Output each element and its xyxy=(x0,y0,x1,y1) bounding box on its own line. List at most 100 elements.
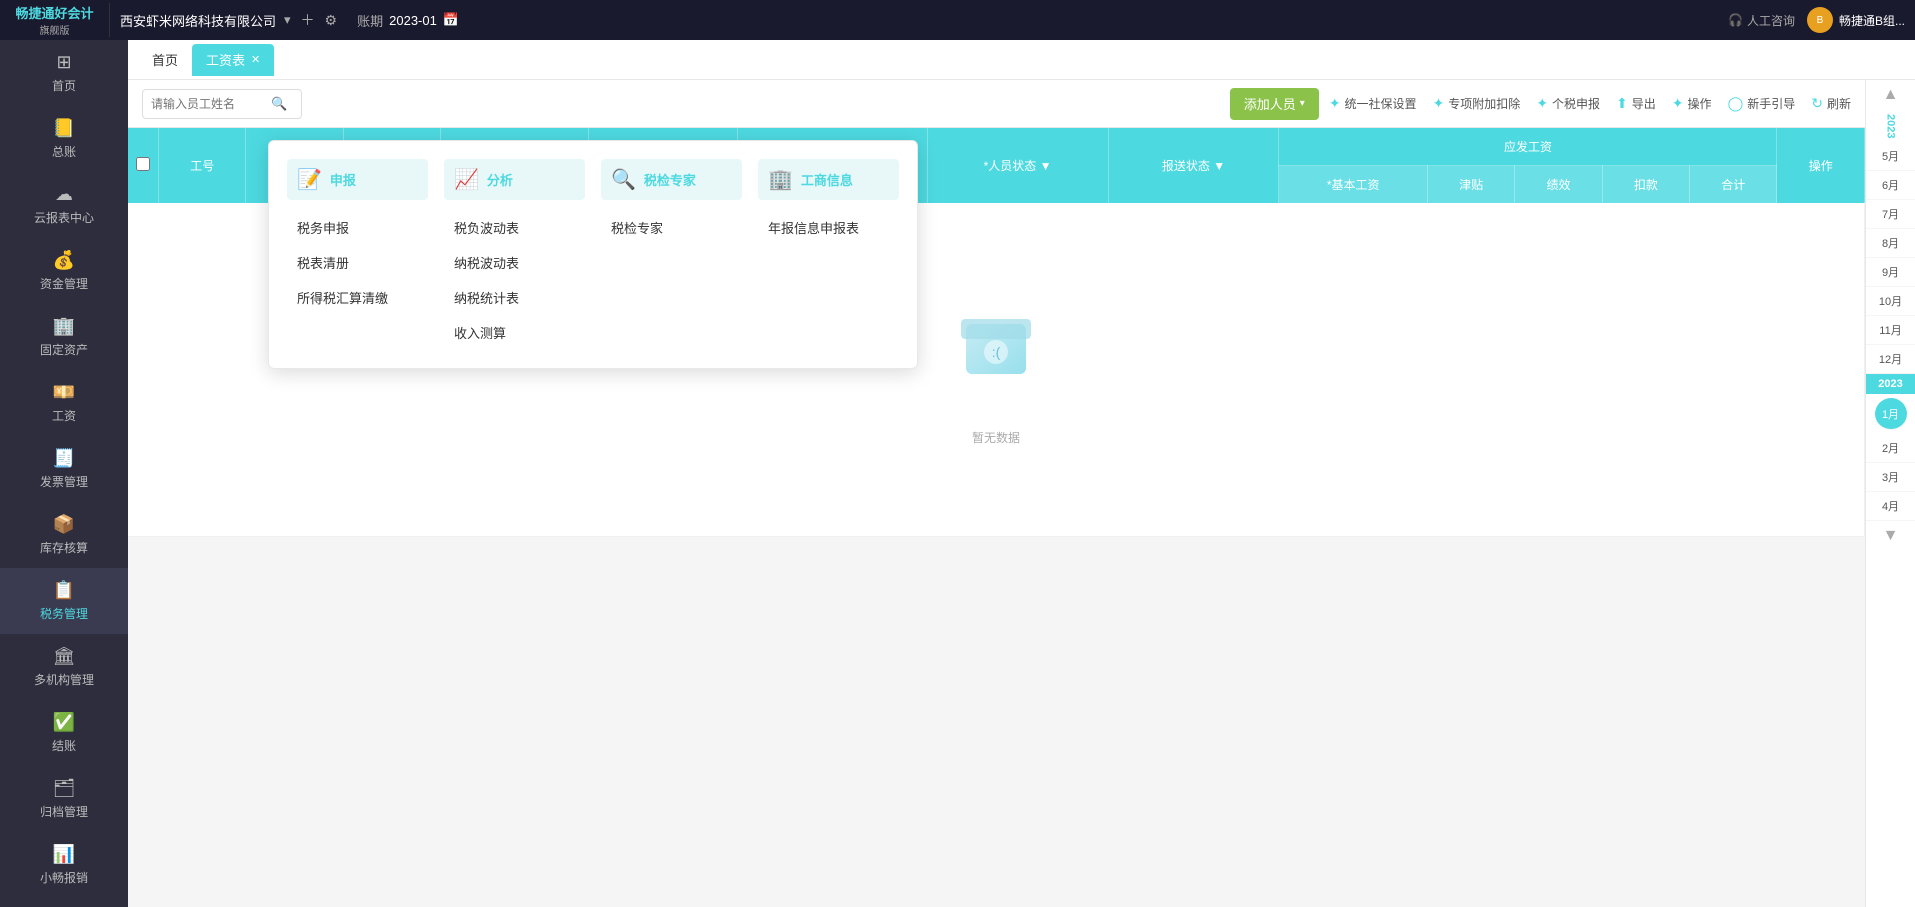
sidebar-item-invoice[interactable]: 🧾 发票管理 xyxy=(0,436,128,502)
dropdown-col-header-tax-expert: 🔍税检专家 xyxy=(601,159,742,200)
sidebar-item-assets[interactable]: 🏢固定资产 xyxy=(0,304,128,370)
sidebar-item-cloud[interactable]: ☁云报表中心 xyxy=(0,172,128,238)
sidebar-label-salary: 工资 xyxy=(52,407,76,424)
analysis-menu-icon: 📈 xyxy=(454,167,479,192)
search-input[interactable] xyxy=(151,97,271,111)
dropdown-item-annual-report[interactable]: 年报信息申报表 xyxy=(758,210,899,245)
month-item-5月[interactable]: 5月 xyxy=(1866,142,1915,171)
calendar-icon[interactable]: 📅 xyxy=(443,12,459,28)
toolbar-action-label-tax-return: 个税申报 xyxy=(1552,95,1600,112)
dropdown-col-analysis: 📈分析税负波动表纳税波动表纳税统计表收入测算 xyxy=(436,151,593,358)
month-item-6月[interactable]: 6月 xyxy=(1866,171,1915,200)
dropdown-item-tax-check[interactable]: 税检专家 xyxy=(601,210,742,245)
tab-bar: 首页工资表 ✕ xyxy=(128,40,1915,80)
add-icon[interactable]: ＋ xyxy=(301,10,315,30)
sidebar-item-sales[interactable]: 📊 小畅报销 xyxy=(0,832,128,898)
tab-salary-table[interactable]: 工资表 ✕ xyxy=(192,44,274,76)
sidebar-item-tax[interactable]: 📋税务管理 xyxy=(0,568,128,634)
toolbar-action-tax-return[interactable]: ✦个税申报 xyxy=(1536,95,1600,112)
th-report-status[interactable]: 报送状态 ▼ xyxy=(1108,128,1279,203)
sales-icon: 📊 xyxy=(53,844,75,865)
tab-close-salary-table[interactable]: ✕ xyxy=(251,53,260,66)
support-button[interactable]: 🎧 人工咨询 xyxy=(1728,12,1795,29)
toolbar-action-guide[interactable]: ◯新手引导 xyxy=(1728,95,1796,112)
tax-icon: 📋 xyxy=(53,580,75,601)
user-info[interactable]: B 畅捷通B组... xyxy=(1807,7,1905,33)
tab-home[interactable]: 首页 xyxy=(138,44,192,76)
th-base-salary: *基本工资 xyxy=(1279,166,1427,204)
tax-return-icon: ✦ xyxy=(1536,95,1548,112)
dropdown-item-tax-payment[interactable]: 纳税波动表 xyxy=(444,245,585,280)
right-panel-up[interactable]: ▲ xyxy=(1877,80,1905,110)
toolbar-action-export[interactable]: ⬆导出 xyxy=(1616,95,1656,112)
sidebar-item-settle[interactable]: ✅结账 xyxy=(0,700,128,766)
month-item-12月[interactable]: 12月 xyxy=(1866,345,1915,374)
sidebar-item-home[interactable]: ⊞首页 xyxy=(0,40,128,106)
dropdown-item-tax-burden[interactable]: 税负波动表 xyxy=(444,210,585,245)
right-panel-down[interactable]: ▼ xyxy=(1877,521,1905,551)
refresh-icon: ↻ xyxy=(1811,95,1823,112)
month-item-8月[interactable]: 8月 xyxy=(1866,229,1915,258)
empty-text: 暂无数据 xyxy=(972,429,1020,446)
logo: 畅捷通好会计 旗舰版 xyxy=(10,3,110,37)
sidebar-item-multi[interactable]: 🏛多机构管理 xyxy=(0,634,128,700)
month-item-9月[interactable]: 9月 xyxy=(1866,258,1915,287)
month-item-1月[interactable]: 1月 xyxy=(1875,398,1907,430)
dropdown-item-income-tax-calc[interactable]: 所得税汇算清缴 xyxy=(287,280,428,315)
th-total: 合计 xyxy=(1690,166,1777,204)
sidebar-item-ledger[interactable]: 📒总账 xyxy=(0,106,128,172)
add-person-dropdown-icon[interactable]: ▾ xyxy=(1300,98,1305,109)
sidebar-label-invoice: 发票管理 xyxy=(40,473,88,490)
dropdown-item-tax-table[interactable]: 税表清册 xyxy=(287,245,428,280)
dropdown-item-tax-declare[interactable]: 税务申报 xyxy=(287,210,428,245)
th-salary-group: 应发工资 xyxy=(1279,128,1777,166)
toolbar-action-deduction[interactable]: ✦专项附加扣除 xyxy=(1433,95,1521,112)
support-label: 人工咨询 xyxy=(1747,12,1795,29)
dropdown-col-title-business-info: 工商信息 xyxy=(801,170,853,189)
search-box[interactable]: 🔍 xyxy=(142,89,302,119)
month-item-2月[interactable]: 2月 xyxy=(1866,434,1915,463)
sidebar-item-fund[interactable]: 💰资金管理 xyxy=(0,238,128,304)
cloud-icon: ☁ xyxy=(55,184,73,205)
sidebar-item-settings[interactable]: ⚙基础设置 xyxy=(0,898,128,907)
headset-icon: 🎧 xyxy=(1728,13,1743,27)
settle-icon: ✅ xyxy=(53,712,75,733)
period-label: 账期 xyxy=(357,11,383,30)
sidebar: ⊞首页📒总账☁云报表中心💰资金管理🏢固定资产 💴 工资 🧾 发票管理 📦库存核算📋税务管理… xyxy=(0,40,128,907)
year-active-badge: 2023 xyxy=(1866,374,1915,394)
main-layout: ⊞首页📒总账☁云报表中心💰资金管理🏢固定资产 💴 工资 🧾 发票管理 📦库存核算📋税务管理… xyxy=(0,40,1915,907)
company-selector[interactable]: 西安虾米网络科技有限公司 ▾ xyxy=(120,11,291,30)
toolbar-action-operation[interactable]: ✦操作 xyxy=(1672,95,1712,112)
th-status[interactable]: *人员状态 ▼ xyxy=(927,128,1108,203)
tab-label-salary-table: 工资表 xyxy=(206,50,245,69)
add-person-label: 添加人员 xyxy=(1244,94,1296,113)
select-all-checkbox[interactable] xyxy=(136,157,150,171)
month-item-11月[interactable]: 11月 xyxy=(1866,316,1915,345)
company-dropdown-icon[interactable]: ▾ xyxy=(284,12,291,28)
sidebar-item-archive[interactable]: 🗂归档管理 xyxy=(0,766,128,832)
sidebar-item-salary[interactable]: 💴 工资 xyxy=(0,370,128,436)
dropdown-item-income-calc[interactable]: 收入测算 xyxy=(444,315,585,350)
search-icon[interactable]: 🔍 xyxy=(271,96,287,112)
month-item-7月[interactable]: 7月 xyxy=(1866,200,1915,229)
th-no: 工号 xyxy=(159,128,246,203)
month-item-4月[interactable]: 4月 xyxy=(1866,492,1915,521)
salary-icon: 💴 xyxy=(53,382,75,403)
sidebar-item-inventory[interactable]: 📦库存核算 xyxy=(0,502,128,568)
multi-icon: 🏛 xyxy=(53,646,76,667)
deduction-icon: ✦ xyxy=(1433,95,1445,112)
toolbar-action-social-insurance[interactable]: ✦统一社保设置 xyxy=(1329,95,1417,112)
top-bar-icons: ＋ ⚙ xyxy=(301,10,338,30)
toolbar: 🔍 添加人员 ▾ ✦统一社保设置✦专项附加扣除✦个税申报⬆导出✦操作◯新手引导↻… xyxy=(128,80,1865,128)
month-item-3月[interactable]: 3月 xyxy=(1866,463,1915,492)
month-item-10月[interactable]: 10月 xyxy=(1866,287,1915,316)
add-person-button[interactable]: 添加人员 ▾ xyxy=(1230,88,1319,120)
svg-text::(: :( xyxy=(992,344,1001,360)
sidebar-label-sales: 小畅报销 xyxy=(40,869,88,886)
period-selector[interactable]: 账期 2023-01 📅 xyxy=(357,11,459,30)
th-checkbox[interactable] xyxy=(128,128,159,203)
settings-icon[interactable]: ⚙ xyxy=(325,12,338,29)
invoice-icon: 🧾 xyxy=(53,448,75,469)
toolbar-action-refresh[interactable]: ↻刷新 xyxy=(1811,95,1851,112)
dropdown-item-tax-stats[interactable]: 纳税统计表 xyxy=(444,280,585,315)
